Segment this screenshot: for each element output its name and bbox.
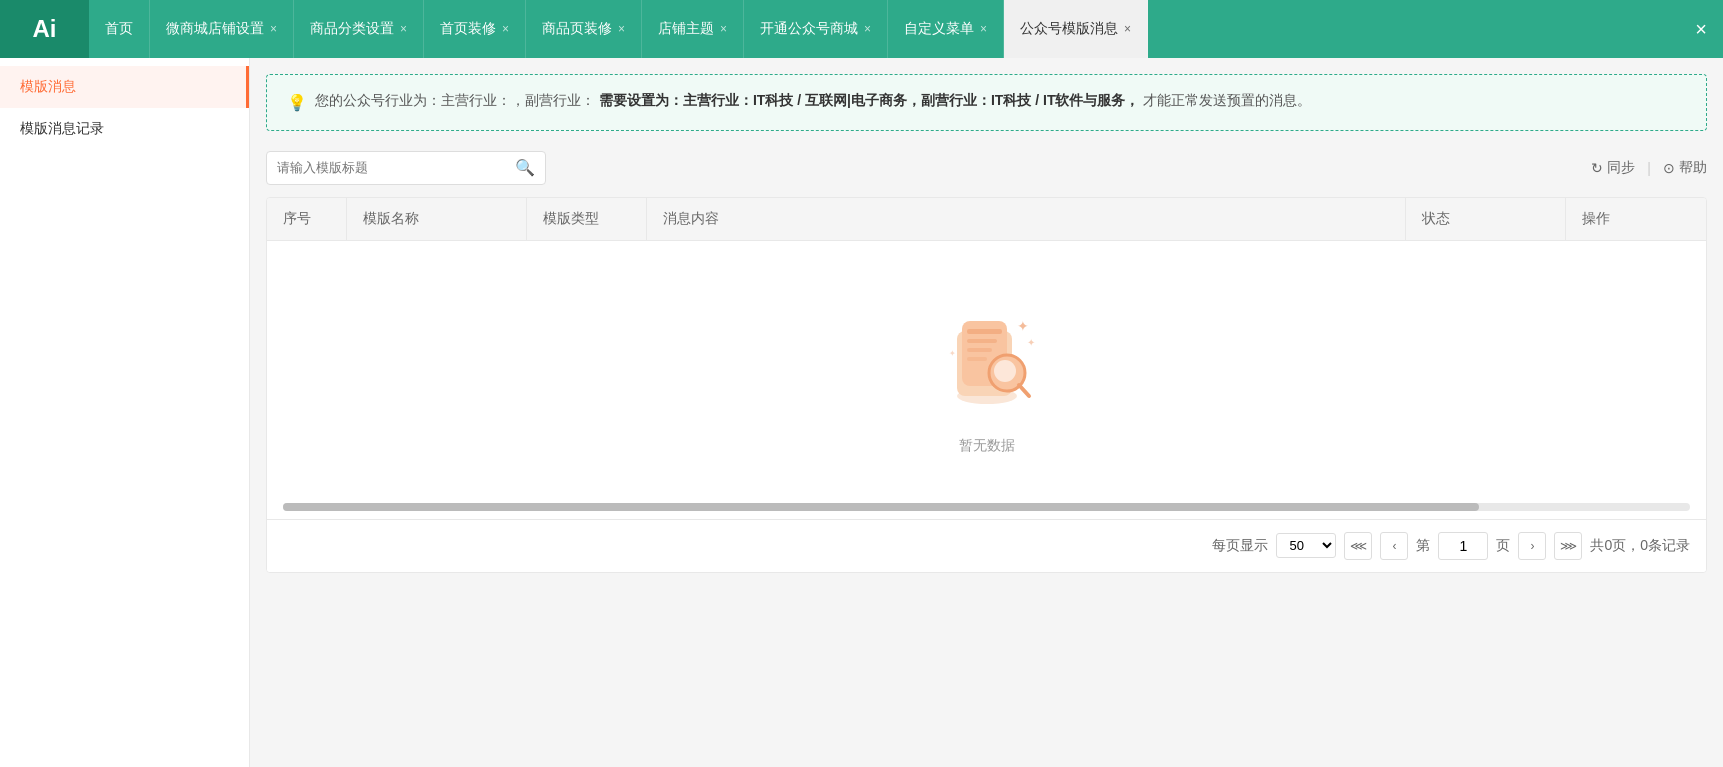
nav-tab-home[interactable]: 首页	[89, 0, 150, 58]
nav-tab-category[interactable]: 商品分类设置×	[294, 0, 424, 58]
svg-rect-5	[967, 348, 992, 352]
nav-tabs: 首页微商城店铺设置×商品分类设置×首页装修×商品页装修×店铺主题×开通公众号商城…	[89, 0, 1679, 58]
svg-point-8	[994, 360, 1016, 382]
close-all-button[interactable]: ×	[1679, 0, 1723, 58]
page-size-label: 每页显示	[1212, 537, 1268, 555]
main-content: 💡 您的公众号行业为：主营行业：，副营行业： 需要设置为：主营行业：IT科技 /…	[250, 58, 1723, 767]
sidebar-item-template-msg-records[interactable]: 模版消息记录	[0, 108, 249, 150]
prev-page-icon: ‹	[1392, 539, 1396, 553]
empty-text: 暂无数据	[959, 437, 1015, 455]
empty-state: ✦ ✦ ✦ 暂无数据	[267, 241, 1706, 495]
first-page-button[interactable]: ⋘	[1344, 532, 1372, 560]
horizontal-scrollbar[interactable]	[267, 503, 1706, 511]
col-index: 序号	[267, 198, 347, 240]
svg-rect-6	[967, 357, 987, 361]
next-page-button[interactable]: ›	[1518, 532, 1546, 560]
close-tab-templatemsg-icon[interactable]: ×	[1124, 22, 1131, 36]
notice-icon: 💡	[287, 90, 307, 116]
next-page-icon: ›	[1530, 539, 1534, 553]
main-layout: 模版消息 模版消息记录 💡 您的公众号行业为：主营行业：，副营行业： 需要设置为…	[0, 58, 1723, 767]
search-input[interactable]	[277, 160, 515, 175]
table-header: 序号 模版名称 模版类型 消息内容 状态 操作	[267, 198, 1706, 241]
close-tab-mall-icon[interactable]: ×	[864, 22, 871, 36]
total-label: 共0页，0条记录	[1590, 537, 1690, 555]
last-page-button[interactable]: ⋙	[1554, 532, 1582, 560]
page-size-select[interactable]: 50 10 20 100	[1276, 533, 1336, 558]
svg-text:✦: ✦	[949, 349, 956, 358]
col-type: 模版类型	[527, 198, 647, 240]
close-tab-homepage-icon[interactable]: ×	[502, 22, 509, 36]
first-page-icon: ⋘	[1350, 539, 1367, 553]
nav-tab-productpage[interactable]: 商品页装修×	[526, 0, 642, 58]
page-word: 第	[1416, 537, 1430, 555]
svg-line-9	[1019, 385, 1029, 396]
prev-page-button[interactable]: ‹	[1380, 532, 1408, 560]
nav-tab-wshop[interactable]: 微商城店铺设置×	[150, 0, 294, 58]
search-actions: ↻ 同步 | ⊙ 帮助	[1591, 159, 1707, 177]
nav-tab-templatemsg[interactable]: 公众号模版消息×	[1004, 0, 1148, 58]
col-content: 消息内容	[647, 198, 1406, 240]
close-tab-custommenu-icon[interactable]: ×	[980, 22, 987, 36]
sync-button[interactable]: ↻ 同步	[1591, 159, 1635, 177]
sidebar-item-template-msg[interactable]: 模版消息	[0, 66, 249, 108]
close-tab-category-icon[interactable]: ×	[400, 22, 407, 36]
empty-illustration: ✦ ✦ ✦	[927, 301, 1047, 421]
svg-text:✦: ✦	[1027, 337, 1035, 348]
data-table: 序号 模版名称 模版类型 消息内容 状态 操作	[266, 197, 1707, 573]
svg-rect-3	[967, 329, 1002, 334]
svg-rect-4	[967, 339, 997, 343]
search-input-wrapper: 🔍	[266, 151, 546, 185]
search-button[interactable]: 🔍	[515, 158, 535, 177]
svg-text:✦: ✦	[1017, 318, 1029, 334]
close-tab-productpage-icon[interactable]: ×	[618, 22, 625, 36]
col-name: 模版名称	[347, 198, 527, 240]
sidebar: 模版消息 模版消息记录	[0, 58, 250, 767]
close-tab-wshop-icon[interactable]: ×	[270, 22, 277, 36]
nav-tab-custommenu[interactable]: 自定义菜单×	[888, 0, 1004, 58]
nav-tab-mall[interactable]: 开通公众号商城×	[744, 0, 888, 58]
logo: Ai	[0, 0, 89, 58]
last-page-icon: ⋙	[1560, 539, 1577, 553]
nav-tab-homepage[interactable]: 首页装修×	[424, 0, 526, 58]
top-navigation: Ai 首页微商城店铺设置×商品分类设置×首页装修×商品页装修×店铺主题×开通公众…	[0, 0, 1723, 58]
col-action: 操作	[1566, 198, 1706, 240]
col-status: 状态	[1406, 198, 1566, 240]
page-label: 页	[1496, 537, 1510, 555]
notice-box: 💡 您的公众号行业为：主营行业：，副营行业： 需要设置为：主营行业：IT科技 /…	[266, 74, 1707, 131]
divider: |	[1647, 160, 1651, 176]
current-page-input[interactable]	[1438, 532, 1488, 560]
help-icon: ⊙	[1663, 160, 1675, 176]
help-button[interactable]: ⊙ 帮助	[1663, 159, 1707, 177]
search-bar: 🔍 ↻ 同步 | ⊙ 帮助	[266, 151, 1707, 185]
sync-icon: ↻	[1591, 160, 1603, 176]
close-tab-theme-icon[interactable]: ×	[720, 22, 727, 36]
pagination: 每页显示 50 10 20 100 ⋘ ‹ 第 页 ›	[267, 519, 1706, 572]
nav-tab-theme[interactable]: 店铺主题×	[642, 0, 744, 58]
